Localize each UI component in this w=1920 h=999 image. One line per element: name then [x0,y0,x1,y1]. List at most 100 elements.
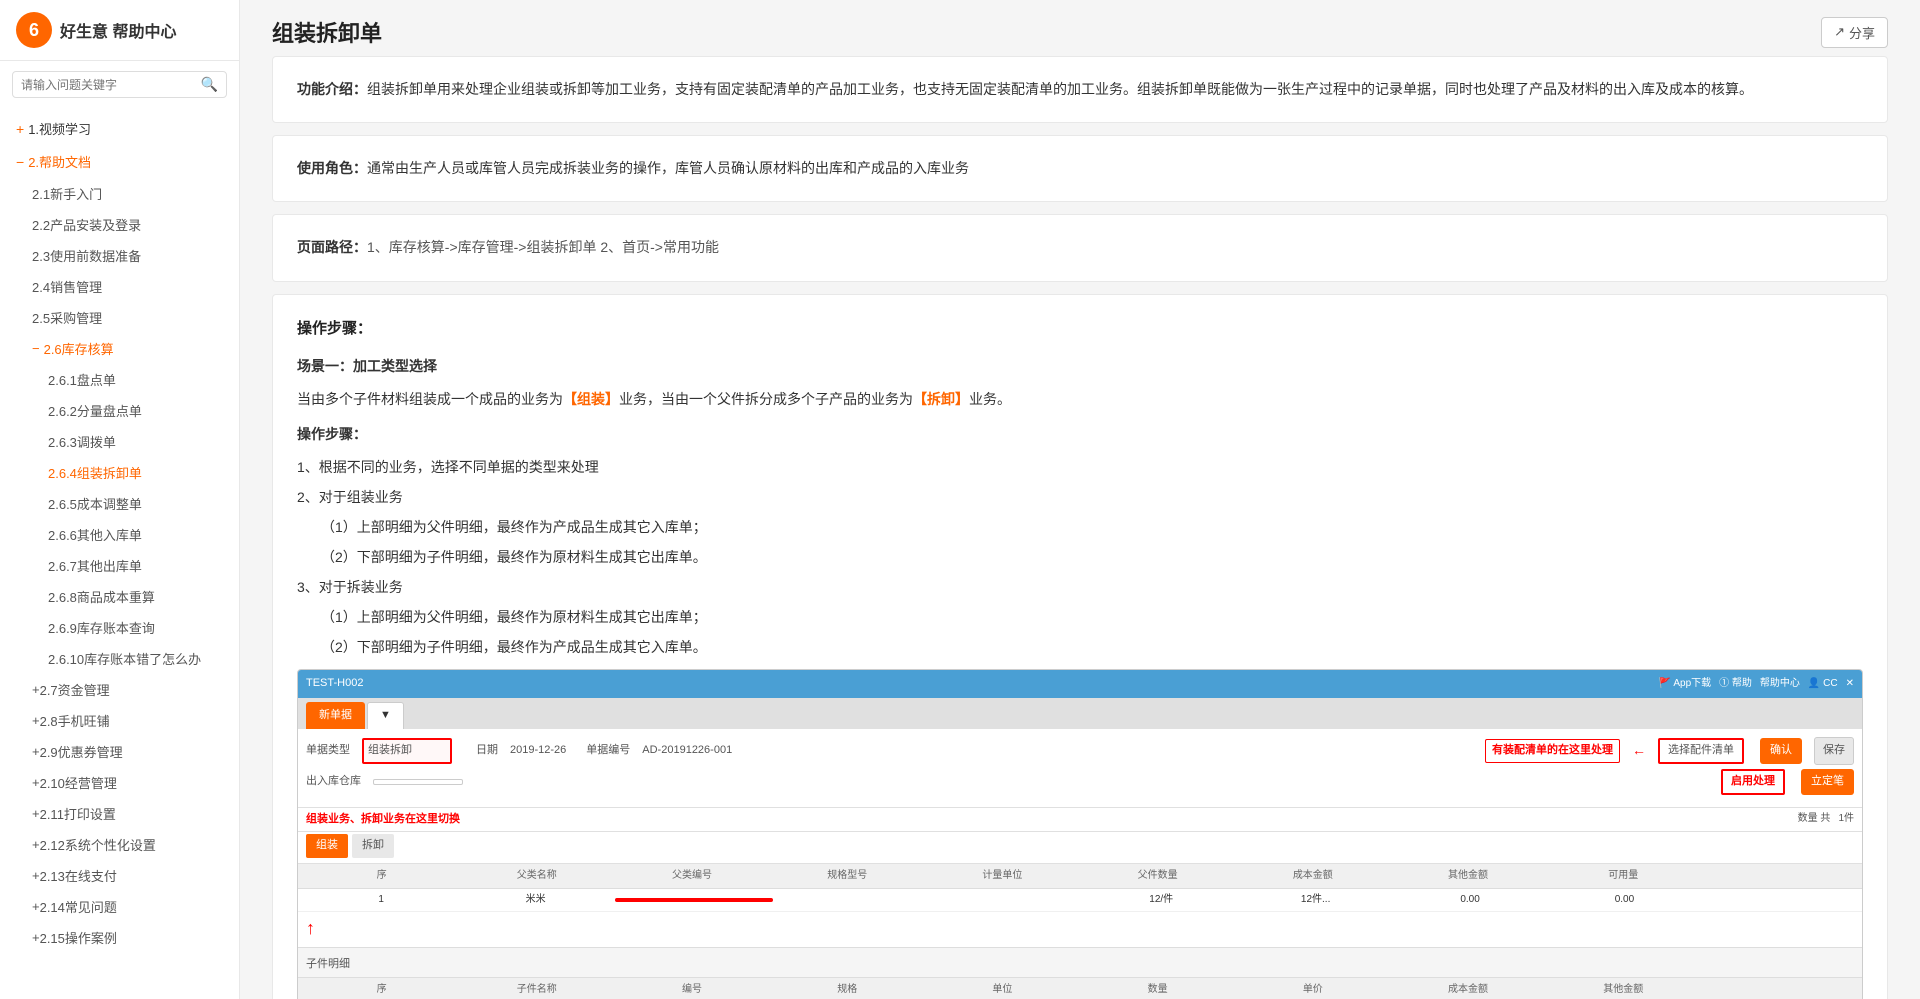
sidebar-item-docs-2-13[interactable]: + 2.13在线支付 [0,860,239,891]
ss-count-value: 1件 [1838,810,1854,828]
sidebar-item-docs-2-6-9[interactable]: 2.6.9库存账本查询 [0,612,239,643]
sidebar-item-docs-2-4[interactable]: 2.4销售管理 [0,271,239,302]
sidebar-item-docs-2-3[interactable]: 2.3使用前数据准备 [0,240,239,271]
sidebar-item-docs-2-11[interactable]: + 2.11打印设置 [0,798,239,829]
ss-ann-1: 有装配清单的在这里处理 [1485,739,1620,763]
ss-form-type-input: 组装拆卸 [362,738,452,764]
search-input[interactable] [21,78,201,92]
ops-title: 操作步骤： [297,315,1863,342]
ss-table-upper: 序 父类名称 父类编号 规格型号 计量单位 父件数量 成本金额 其他金额 可用量… [298,864,1862,912]
plus-icon-2-7: + [32,682,40,697]
ss-select-config-btn: 选择配件清单 [1658,738,1744,764]
ss-table-lower: 序子件名称编号规格单位数量单价成本金额其他金额 1莫莫11/件+1...31件.… [298,978,1862,999]
th-other: 其他金额 [1392,867,1543,885]
content-area: 功能介绍：组装拆卸单用来处理企业组装或拆卸等加工业务，支持有固定装配清单的产品加… [240,56,1920,999]
share-button[interactable]: ↗ 分享 [1821,17,1888,48]
th-qty: 父件数量 [1082,867,1233,885]
ss-subtab-disassemble: 拆卸 [352,834,394,858]
step-2-sub: （1）上部明细为父件明细，最终作为产成品生成其它入库单； （2）下部明细为子件明… [321,513,1863,571]
breadcrumb-text: 1、库存核算->库存管理->组装拆卸单 2、首页->常用功能 [367,239,719,255]
search-box[interactable]: 🔍 [12,71,227,98]
ss-ann-3: 启用处理 [1721,769,1785,795]
sidebar-item-docs[interactable]: − 2.帮助文档 [0,145,239,178]
step-2: 2、对于组装业务 [297,483,1863,511]
ss-top-icons: 🚩 App下载 ① 帮助 帮助中心 👤 CC ✕ [1659,675,1854,693]
sidebar-item-docs-2-5[interactable]: 2.5采购管理 [0,302,239,333]
ss-form-date-value: 2019-12-26 [510,741,566,761]
sidebar-item-docs-2-6-1[interactable]: 2.6.1盘点单 [0,364,239,395]
highlight-disassemble: 【拆卸】 [913,391,969,407]
sidebar-item-docs-2-10[interactable]: + 2.10经营管理 [0,767,239,798]
role-card: 使用角色：通常由生产人员或库管人员完成拆装业务的操作，库管人员确认原材料的出库和… [272,135,1888,202]
th-code: 父类编号 [616,867,767,885]
sidebar-item-docs-2-2[interactable]: 2.2产品安装及登录 [0,209,239,240]
step-2-sub-2: （2）下部明细为子件明细，最终作为原材料生成其它出库单。 [321,543,1863,571]
sidebar-item-docs-2-6-4[interactable]: 2.6.4组装拆卸单 [0,457,239,488]
ss-arrow-1: ← [1632,738,1646,763]
ss-ann-row: ↑ [298,912,1862,946]
nav-tree: + 1.视频学习 − 2.帮助文档 2.1新手入门 2.2产品安装及登录 2.3… [0,108,239,999]
ss-form-type-label: 单据类型 [306,741,350,761]
plus-icon-2-13: + [32,868,40,883]
plus-icon: + [16,121,24,137]
main-header: 组装拆卸单 ↗ 分享 [240,0,1920,56]
sidebar-item-docs-2-6-7[interactable]: 2.6.7其他出库单 [0,550,239,581]
sidebar-item-docs-2-6-6[interactable]: 2.6.6其他入库单 [0,519,239,550]
sidebar-item-docs-2-6-2[interactable]: 2.6.2分量盘点单 [0,395,239,426]
share-icon: ↗ [1834,24,1845,40]
page-title: 组装拆卸单 [272,16,382,48]
sidebar-header: 6 好生意 帮助中心 [0,0,239,61]
ss-subtab-row: 组装 拆卸 [306,834,1854,858]
ss-form-area: 单据类型 组装拆卸 日期 2019-12-26 单据编号 AD-20191226… [298,729,1862,808]
ss-form-warehouse-label: 出入库仓库 [306,772,361,792]
ss-tab-row: 新单据 ▼ [298,698,1862,729]
th-spec: 规格型号 [772,867,923,885]
ss-form-row-2: 出入库仓库 启用处理 立定笔 [306,769,1854,795]
ss-redcell-1 [615,898,773,902]
sidebar-item-docs-2-6-5[interactable]: 2.6.5成本调整单 [0,488,239,519]
ss-title-text: TEST-H002 [306,674,363,694]
sidebar-item-docs-2-6[interactable]: − 2.6库存核算 [0,333,239,364]
step-3-sub: （1）上部明细为父件明细，最终作为原材料生成其它出库单； （2）下部明细为子件明… [321,603,1863,661]
ss-form-row-1: 单据类型 组装拆卸 日期 2019-12-26 单据编号 AD-20191226… [306,737,1854,765]
ss-table-row-1: 1 米米 12/件 12件... 0.00 0.00 [298,889,1862,912]
th-seq: 序 [306,867,457,885]
sidebar-item-docs-2-7[interactable]: + 2.7资金管理 [0,674,239,705]
scene1-title: 场景一：加工类型选择 [297,354,1863,379]
sidebar-item-docs-2-1[interactable]: 2.1新手入门 [0,178,239,209]
plus-icon-2-15: + [32,930,40,945]
step-3: 3、对于拆装业务 [297,573,1863,601]
sidebar-item-docs-2-12[interactable]: + 2.12系统个性化设置 [0,829,239,860]
minus-icon-2: − [32,341,40,356]
ss-table-header-lower: 序子件名称编号规格单位数量单价成本金额其他金额 [298,978,1862,999]
ss-form-warehouse-input [373,779,463,785]
ss-table-header-upper: 序 父类名称 父类编号 规格型号 计量单位 父件数量 成本金额 其他金额 可用量 [298,864,1862,889]
sidebar-item-docs-2-6-10[interactable]: 2.6.10库存账本错了怎么办 [0,643,239,674]
ss-subtab-assemble: 组装 [306,834,348,858]
plus-icon-2-9: + [32,744,40,759]
breadcrumb-label: 页面路径： [297,239,367,255]
sidebar-item-docs-2-14[interactable]: + 2.14常见问题 [0,891,239,922]
th-avail: 可用量 [1548,867,1699,885]
th-op [1703,867,1854,885]
sidebar-item-docs-2-6-8[interactable]: 2.6.8商品成本重算 [0,581,239,612]
sidebar-item-docs-2-9[interactable]: + 2.9优惠券管理 [0,736,239,767]
step-1: 1、根据不同的业务，选择不同单据的类型来处理 [297,453,1863,481]
ss-btn-save: 保存 [1814,737,1854,765]
function-intro-card: 功能介绍：组装拆卸单用来处理企业组装或拆卸等加工业务，支持有固定装配清单的产品加… [272,56,1888,123]
step-3-sub-2: （2）下部明细为子件明细，最终作为产成品生成其它入库单。 [321,633,1863,661]
ss-icon-flag: 🚩 App下载 [1659,675,1711,693]
ops-steps-title: 操作步骤： [297,422,1863,447]
function-intro-text: 组装拆卸单用来处理企业组装或拆卸等加工业务，支持有固定装配清单的产品加工业务，也… [367,81,1753,97]
ss-tab-new: 新单据 [306,702,365,729]
sidebar-item-video[interactable]: + 1.视频学习 [0,112,239,145]
role-text: 通常由生产人员或库管人员完成拆装业务的操作，库管人员确认原材料的出库和产成品的入… [367,160,969,176]
ss-lower-label-text: 子件明细 [306,958,350,970]
sidebar-item-docs-2-15[interactable]: + 2.15操作案例 [0,922,239,953]
sidebar-item-docs-2-8[interactable]: + 2.8手机旺铺 [0,705,239,736]
logo-icon: 6 [16,12,52,48]
step-2-sub-1: （1）上部明细为父件明细，最终作为产成品生成其它入库单； [321,513,1863,541]
brand-name: 好生意 帮助中心 [60,18,176,42]
sidebar-item-docs-2-6-3[interactable]: 2.6.3调拨单 [0,426,239,457]
ss-icon-help: ① 帮助 [1719,675,1752,693]
